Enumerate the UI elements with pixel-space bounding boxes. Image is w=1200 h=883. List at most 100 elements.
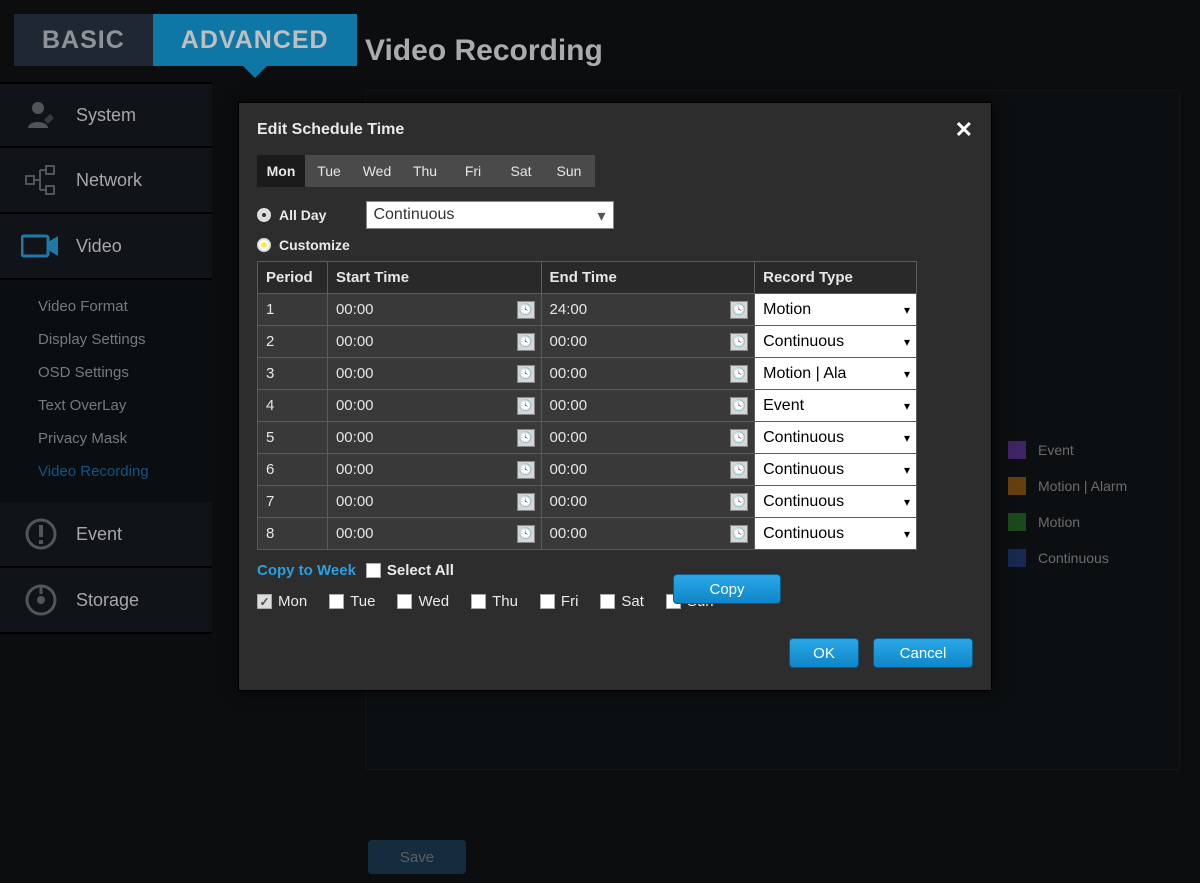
time-picker-icon[interactable]: 🕓 [517, 397, 535, 415]
copy-day-label: Wed [418, 593, 449, 610]
cell-start[interactable]: 00:00🕓 [327, 326, 541, 358]
copy-to-week-link[interactable]: Copy to Week [257, 562, 356, 579]
time-picker-icon[interactable]: 🕓 [730, 365, 748, 383]
record-type-select[interactable]: Motion | Ala [755, 358, 916, 389]
record-type-select[interactable]: Continuous [755, 518, 916, 549]
copy-button[interactable]: Copy [673, 574, 781, 604]
cell-period: 1 [258, 294, 328, 326]
th-type: Record Type [755, 262, 917, 294]
cell-start[interactable]: 00:00🕓 [327, 486, 541, 518]
checkbox-icon[interactable] [257, 594, 272, 609]
day-tab-sun[interactable]: Sun [545, 155, 593, 187]
cell-end[interactable]: 00:00🕓 [541, 518, 755, 550]
cancel-button[interactable]: Cancel [873, 638, 973, 668]
copy-day-wed[interactable]: Wed [397, 593, 449, 610]
cell-period: 2 [258, 326, 328, 358]
table-row: 200:00🕓00:00🕓Continuous [258, 326, 917, 358]
cell-start[interactable]: 00:00🕓 [327, 358, 541, 390]
copy-day-label: Thu [492, 593, 518, 610]
allday-type-select[interactable]: Continuous [366, 201, 614, 229]
table-row: 500:00🕓00:00🕓Continuous [258, 422, 917, 454]
time-picker-icon[interactable]: 🕓 [730, 493, 748, 511]
checkbox-icon[interactable] [600, 594, 615, 609]
th-start: Start Time [327, 262, 541, 294]
radio-allday[interactable] [257, 208, 271, 222]
cell-start[interactable]: 00:00🕓 [327, 454, 541, 486]
day-tab-thu[interactable]: Thu [401, 155, 449, 187]
checkbox-icon[interactable] [540, 594, 555, 609]
select-all-checkbox[interactable] [366, 563, 381, 578]
table-row: 400:00🕓00:00🕓Event [258, 390, 917, 422]
time-picker-icon[interactable]: 🕓 [517, 493, 535, 511]
cell-end[interactable]: 00:00🕓 [541, 422, 755, 454]
table-row: 700:00🕓00:00🕓Continuous [258, 486, 917, 518]
checkbox-icon[interactable] [471, 594, 486, 609]
copy-day-label: Fri [561, 593, 579, 610]
cell-period: 8 [258, 518, 328, 550]
cell-end[interactable]: 00:00🕓 [541, 390, 755, 422]
copy-days-row: MonTueWedThuFriSatSun [257, 593, 973, 610]
day-tab-tue[interactable]: Tue [305, 155, 353, 187]
cell-start[interactable]: 00:00🕓 [327, 422, 541, 454]
cell-end[interactable]: 00:00🕓 [541, 486, 755, 518]
copy-day-tue[interactable]: Tue [329, 593, 375, 610]
record-type-select[interactable]: Continuous [755, 326, 916, 357]
cell-start[interactable]: 00:00🕓 [327, 294, 541, 326]
record-type-select[interactable]: Event [755, 390, 916, 421]
day-tabs: MonTueWedThuFriSatSun [257, 155, 595, 187]
table-row: 100:00🕓24:00🕓Motion [258, 294, 917, 326]
record-type-select[interactable]: Continuous [755, 486, 916, 517]
day-tab-wed[interactable]: Wed [353, 155, 401, 187]
checkbox-icon[interactable] [397, 594, 412, 609]
table-row: 600:00🕓00:00🕓Continuous [258, 454, 917, 486]
modal-title-text: Edit Schedule Time [257, 121, 404, 139]
th-period: Period [258, 262, 328, 294]
schedule-tbody: 100:00🕓24:00🕓Motion200:00🕓00:00🕓Continuo… [258, 294, 917, 550]
time-picker-icon[interactable]: 🕓 [517, 429, 535, 447]
cell-end[interactable]: 00:00🕓 [541, 358, 755, 390]
table-row: 300:00🕓00:00🕓Motion | Ala [258, 358, 917, 390]
time-picker-icon[interactable]: 🕓 [517, 333, 535, 351]
day-tab-mon[interactable]: Mon [257, 155, 305, 187]
cell-start[interactable]: 00:00🕓 [327, 390, 541, 422]
time-picker-icon[interactable]: 🕓 [730, 397, 748, 415]
cell-period: 5 [258, 422, 328, 454]
time-picker-icon[interactable]: 🕓 [730, 525, 748, 543]
allday-label: All Day [279, 207, 326, 223]
copy-day-label: Sat [621, 593, 644, 610]
time-picker-icon[interactable]: 🕓 [730, 301, 748, 319]
copy-day-mon[interactable]: Mon [257, 593, 307, 610]
cell-start[interactable]: 00:00🕓 [327, 518, 541, 550]
cell-end[interactable]: 24:00🕓 [541, 294, 755, 326]
record-type-select[interactable]: Motion [755, 294, 916, 325]
time-picker-icon[interactable]: 🕓 [517, 525, 535, 543]
edit-schedule-modal: Edit Schedule Time ✕ MonTueWedThuFriSatS… [238, 102, 992, 691]
select-all-label: Select All [387, 562, 454, 579]
record-type-select[interactable]: Continuous [755, 454, 916, 485]
close-icon[interactable]: ✕ [955, 117, 973, 143]
time-picker-icon[interactable]: 🕓 [730, 461, 748, 479]
schedule-table: Period Start Time End Time Record Type 1… [257, 261, 917, 550]
time-picker-icon[interactable]: 🕓 [730, 333, 748, 351]
copy-day-sat[interactable]: Sat [600, 593, 644, 610]
cell-period: 4 [258, 390, 328, 422]
time-picker-icon[interactable]: 🕓 [517, 301, 535, 319]
cell-end[interactable]: 00:00🕓 [541, 326, 755, 358]
time-picker-icon[interactable]: 🕓 [517, 365, 535, 383]
time-picker-icon[interactable]: 🕓 [730, 429, 748, 447]
cell-period: 3 [258, 358, 328, 390]
day-tab-sat[interactable]: Sat [497, 155, 545, 187]
copy-day-label: Tue [350, 593, 375, 610]
time-picker-icon[interactable]: 🕓 [517, 461, 535, 479]
customize-label: Customize [279, 237, 350, 253]
ok-button[interactable]: OK [789, 638, 859, 668]
checkbox-icon[interactable] [329, 594, 344, 609]
table-row: 800:00🕓00:00🕓Continuous [258, 518, 917, 550]
cell-end[interactable]: 00:00🕓 [541, 454, 755, 486]
record-type-select[interactable]: Continuous [755, 422, 916, 453]
day-tab-fri[interactable]: Fri [449, 155, 497, 187]
copy-day-fri[interactable]: Fri [540, 593, 579, 610]
cell-period: 7 [258, 486, 328, 518]
copy-day-thu[interactable]: Thu [471, 593, 518, 610]
radio-customize[interactable] [257, 238, 271, 252]
